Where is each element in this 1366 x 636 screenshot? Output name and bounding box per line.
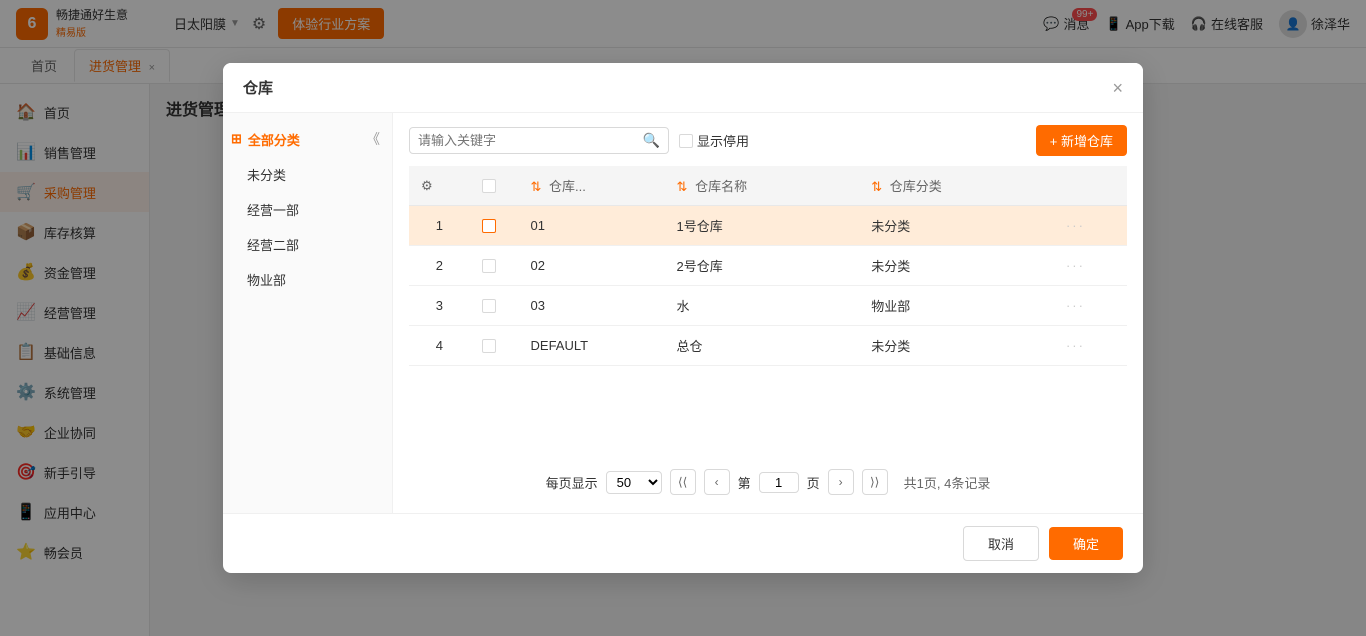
row-checkbox-cell — [470, 206, 519, 246]
row-checkbox[interactable] — [482, 339, 496, 353]
search-box: 🔍 — [409, 127, 669, 154]
page-label: 第 — [738, 473, 751, 492]
collapse-icon[interactable]: 《 — [366, 129, 380, 149]
confirm-button[interactable]: 确定 — [1049, 527, 1123, 560]
category-item-ops2[interactable]: 经营二部 — [223, 227, 392, 262]
show-disabled-toggle[interactable]: 显示停用 — [679, 131, 749, 150]
row-code: DEFAULT — [519, 326, 665, 366]
category-header: ⊞ 全部分类 《 — [223, 121, 392, 157]
row-checkbox-cell — [470, 326, 519, 366]
next-page-btn[interactable]: › — [828, 469, 854, 495]
row-index: 2 — [409, 246, 470, 286]
search-icon: 🔍 — [643, 132, 660, 149]
row-code: 03 — [519, 286, 665, 326]
row-checkbox-cell — [470, 246, 519, 286]
row-action: ··· — [1054, 286, 1127, 326]
category-sidebar: ⊞ 全部分类 《 未分类 经营一部 经营二部 物业部 — [223, 113, 393, 513]
row-category: 未分类 — [859, 206, 1054, 246]
row-action: ··· — [1054, 206, 1127, 246]
col-header-settings: ⚙ — [409, 166, 470, 206]
row-code: 01 — [519, 206, 665, 246]
per-page-label: 每页显示 — [546, 473, 598, 492]
first-page-btn[interactable]: ⟨⟨ — [670, 469, 696, 495]
warehouse-table: ⚙ ⇅ 仓库... ⇅ 仓库名称 ⇅ — [409, 166, 1127, 366]
row-category: 物业部 — [859, 286, 1054, 326]
modal-close-button[interactable]: × — [1112, 79, 1123, 97]
total-info: 共1页, 4条记录 — [904, 473, 991, 492]
table-row[interactable]: 1 01 1号仓库 未分类 ··· — [409, 206, 1127, 246]
row-name: 2号仓库 — [665, 246, 860, 286]
modal-overlay[interactable]: 仓库 × ⊞ 全部分类 《 未分类 经营一部 — [0, 0, 1366, 636]
col-header-action — [1054, 166, 1127, 206]
warehouse-modal: 仓库 × ⊞ 全部分类 《 未分类 经营一部 — [223, 63, 1143, 573]
modal-title: 仓库 — [243, 77, 273, 98]
row-action-dots[interactable]: ··· — [1066, 338, 1085, 353]
table-area: 🔍 显示停用 + 新增仓库 ⚙ ⇅ — [393, 113, 1143, 513]
row-checkbox-cell — [470, 286, 519, 326]
row-checkbox[interactable] — [482, 259, 496, 273]
row-index: 3 — [409, 286, 470, 326]
row-checkbox[interactable] — [482, 299, 496, 313]
row-name: 水 — [665, 286, 860, 326]
table-row[interactable]: 3 03 水 物业部 ··· — [409, 286, 1127, 326]
modal-footer: 取消 确定 — [223, 513, 1143, 573]
row-category: 未分类 — [859, 326, 1054, 366]
row-category: 未分类 — [859, 246, 1054, 286]
show-disabled-checkbox[interactable] — [679, 134, 693, 148]
prev-page-btn[interactable]: ‹ — [704, 469, 730, 495]
per-page-select[interactable]: 50 20 100 — [606, 471, 662, 494]
last-page-btn[interactable]: ⟩⟩ — [862, 469, 888, 495]
sort-icon-code: ⇅ — [531, 179, 542, 194]
search-input[interactable] — [418, 133, 639, 148]
row-action-dots[interactable]: ··· — [1066, 258, 1085, 273]
row-index: 4 — [409, 326, 470, 366]
modal-header: 仓库 × — [223, 63, 1143, 113]
table-row[interactable]: 2 02 2号仓库 未分类 ··· — [409, 246, 1127, 286]
category-item-uncategorized[interactable]: 未分类 — [223, 157, 392, 192]
row-checkbox[interactable] — [482, 219, 496, 233]
row-name: 总仓 — [665, 326, 860, 366]
page-number-input[interactable] — [759, 472, 799, 493]
col-header-code[interactable]: ⇅ 仓库... — [519, 166, 665, 206]
row-action: ··· — [1054, 326, 1127, 366]
select-all-checkbox[interactable] — [482, 179, 496, 193]
cancel-button[interactable]: 取消 — [963, 526, 1039, 561]
add-warehouse-button[interactable]: + 新增仓库 — [1036, 125, 1127, 156]
sort-icon-name: ⇅ — [677, 179, 688, 194]
col-header-category[interactable]: ⇅ 仓库分类 — [859, 166, 1054, 206]
table-toolbar: 🔍 显示停用 + 新增仓库 — [409, 125, 1127, 156]
table-row[interactable]: 4 DEFAULT 总仓 未分类 ··· — [409, 326, 1127, 366]
col-header-check — [470, 166, 519, 206]
page-unit: 页 — [807, 473, 820, 492]
sort-icon-cat: ⇅ — [871, 179, 882, 194]
all-category-btn[interactable]: ⊞ 全部分类 — [231, 130, 300, 149]
row-action: ··· — [1054, 246, 1127, 286]
category-item-property[interactable]: 物业部 — [223, 262, 392, 297]
row-action-dots[interactable]: ··· — [1066, 218, 1085, 233]
category-item-ops1[interactable]: 经营一部 — [223, 192, 392, 227]
col-header-name[interactable]: ⇅ 仓库名称 — [665, 166, 860, 206]
row-name: 1号仓库 — [665, 206, 860, 246]
row-index: 1 — [409, 206, 470, 246]
grid-icon: ⊞ — [231, 131, 242, 147]
modal-body: ⊞ 全部分类 《 未分类 经营一部 经营二部 物业部 — [223, 113, 1143, 513]
pagination: 每页显示 50 20 100 ⟨⟨ ‹ 第 页 › ⟩⟩ 共1页, 4条记录 — [409, 455, 1127, 501]
row-code: 02 — [519, 246, 665, 286]
row-action-dots[interactable]: ··· — [1066, 298, 1085, 313]
